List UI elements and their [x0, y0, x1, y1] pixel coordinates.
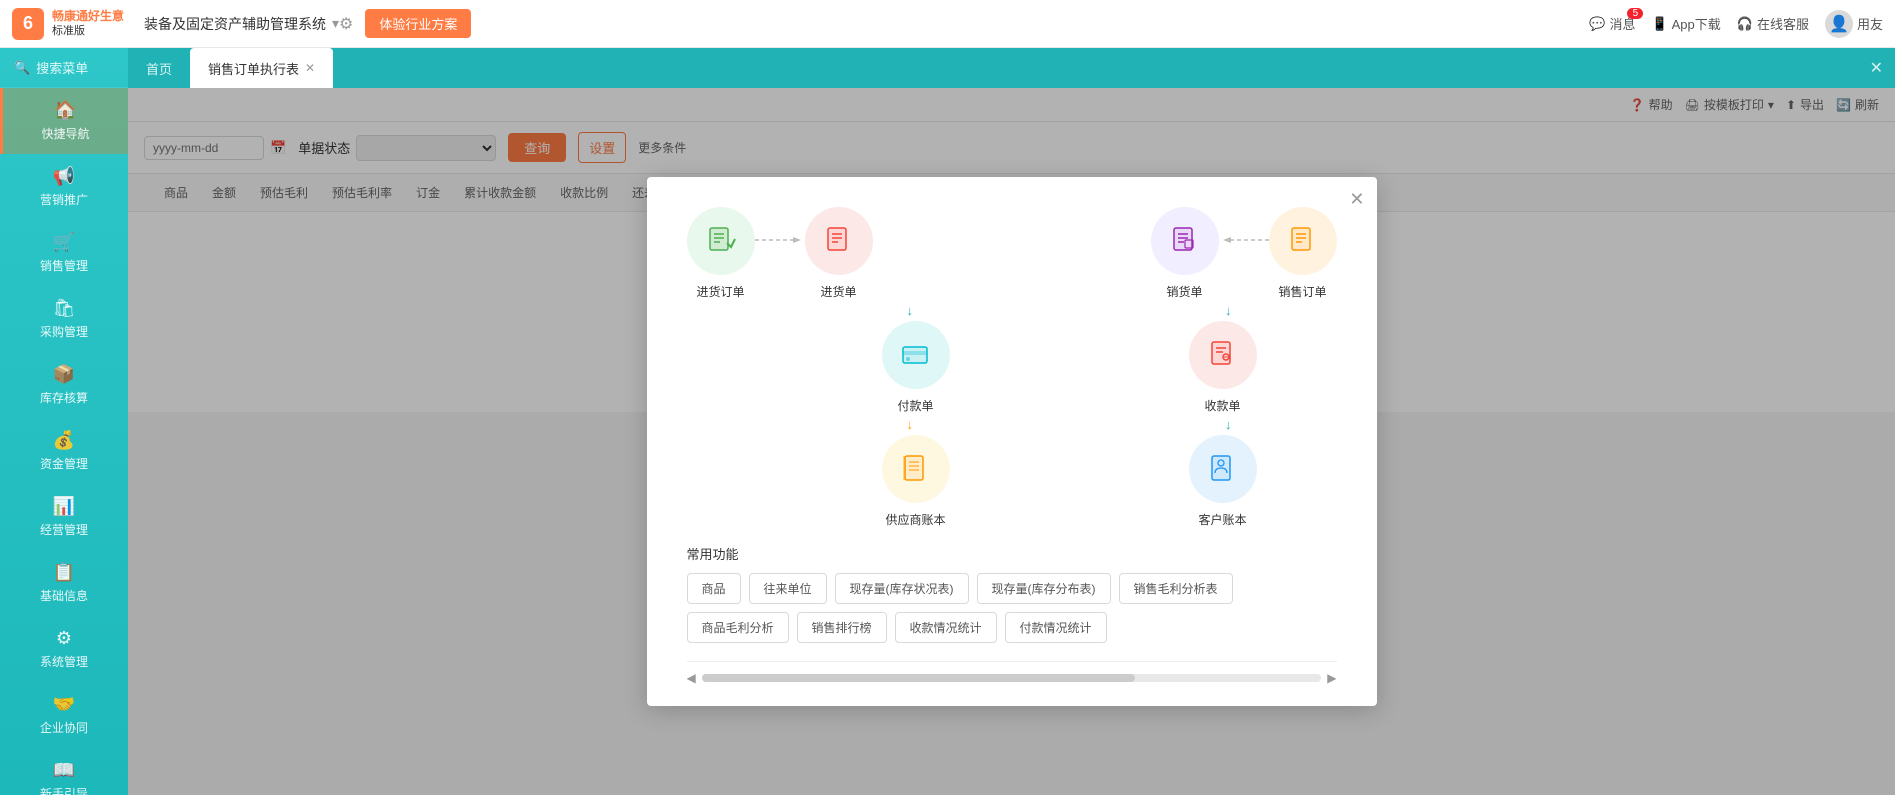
flow-node-sales-order[interactable]: 销售订单: [1269, 207, 1337, 300]
purchase-order-icon: [687, 207, 755, 275]
sidebar: 🔍 搜索菜单 🏠 快捷导航 📢 营销推广 🛒 销售管理 🛍 采购管理 📦 库存核…: [0, 48, 128, 795]
func-buttons-row1: 商品往来单位现存量(库存状况表) 现存量(库存分布表) 销售毛利分析表商品毛利分析销…: [687, 573, 1337, 643]
func-buttons-row1: 商品往来单位现存量(库存状况表) 现存量(库存分布表) 销售毛利分析表商品毛利分析销…: [687, 573, 1337, 651]
receipt-icon: [1189, 321, 1257, 389]
common-funcs-title: 常用功能: [687, 544, 1337, 563]
func-btn-6[interactable]: 销售排行榜: [797, 612, 887, 643]
modal-body: 进货订单: [647, 177, 1377, 706]
main-layout: 🔍 搜索菜单 🏠 快捷导航 📢 营销推广 🛒 销售管理 🛍 采购管理 📦 库存核…: [0, 48, 1895, 795]
sidebar-item-system[interactable]: ⚙ 系统管理: [0, 616, 128, 682]
message-button[interactable]: 💬 消息 5: [1589, 14, 1635, 33]
modal-scroll: ◀ ▶: [687, 661, 1337, 686]
try-industry-button[interactable]: 体验行业方案: [365, 9, 471, 38]
download-icon: 📱: [1651, 16, 1667, 32]
top-header: 6 畅康通好生意 标准版 装备及固定资产辅助管理系统 ▾ ⚙ 体验行业方案 💬 …: [0, 0, 1895, 48]
sidebar-item-quick-nav[interactable]: 🏠 快捷导航: [0, 88, 128, 154]
sidebar-item-purchase[interactable]: 🛍 采购管理: [0, 286, 128, 352]
func-btn-2[interactable]: 现存量(库存状况表): [835, 573, 969, 604]
func-btn-8[interactable]: 付款情况统计: [1005, 612, 1107, 643]
chart-icon: 📊: [53, 496, 75, 517]
message-icon: 💬: [1589, 16, 1605, 32]
common-functions: 常用功能 商品往来单位现存量(库存状况表)现存量(库存分布表)销售毛利分析表商品…: [687, 544, 1337, 651]
book-icon: 📖: [53, 760, 75, 781]
system-name: 装备及固定资产辅助管理系统 ▾: [140, 14, 339, 34]
scroll-thumb[interactable]: [702, 674, 1136, 682]
close-window-button[interactable]: ✕: [1870, 58, 1883, 78]
supplier-ledger-icon: [882, 435, 950, 503]
home-icon: 🏠: [54, 100, 76, 121]
sidebar-item-collab[interactable]: 🤝 企业协同: [0, 682, 128, 748]
flow-node-supplier-ledger[interactable]: 供应商账本: [882, 435, 950, 528]
service-icon: 🎧: [1737, 16, 1753, 32]
search-menu-button[interactable]: 🔍 搜索菜单: [0, 48, 128, 88]
money-icon: 💰: [53, 430, 75, 451]
settings-gear-button[interactable]: ⚙: [339, 14, 353, 34]
sales-bill-icon: [1151, 207, 1219, 275]
sidebar-item-sales[interactable]: 🛒 销售管理: [0, 220, 128, 286]
clipboard-icon: 📋: [53, 562, 75, 583]
header-right: 💬 消息 5 📱 App下载 🎧 在线客服 👤 用友: [1589, 10, 1883, 38]
func-btn-7[interactable]: 收款情况统计: [895, 612, 997, 643]
modal-overlay[interactable]: ✕: [128, 88, 1895, 795]
func-btn-1[interactable]: 往来单位: [749, 573, 827, 604]
scroll-right-arrow[interactable]: ▶: [1327, 671, 1336, 685]
bag-icon: 🛍: [53, 298, 76, 319]
logo-area: 6 畅康通好生意 标准版: [12, 8, 140, 40]
online-service-button[interactable]: 🎧 在线客服: [1737, 14, 1809, 33]
scroll-track[interactable]: [702, 674, 1322, 682]
search-icon: 🔍: [14, 60, 30, 76]
tab-home[interactable]: 首页: [128, 48, 190, 88]
func-btn-4[interactable]: 销售毛利分析表: [1119, 573, 1233, 604]
gear-icon: ⚙: [56, 628, 72, 649]
tab-sales-order[interactable]: 销售订单执行表 ✕: [190, 48, 333, 88]
scroll-left-arrow[interactable]: ◀: [687, 671, 696, 685]
func-btn-5[interactable]: 商品毛利分析: [687, 612, 789, 643]
system-dropdown-icon[interactable]: ▾: [332, 15, 339, 32]
sidebar-item-guide[interactable]: 📖 新手引导: [0, 748, 128, 795]
content-area: 首页 销售订单执行表 ✕ ✕ ❓ 帮助 🖨: [128, 48, 1895, 795]
flow-node-sales-bill[interactable]: 销货单: [1151, 207, 1219, 300]
arrow-sales-order-to-bill: [1219, 234, 1269, 246]
sidebar-item-finance[interactable]: 💰 资金管理: [0, 418, 128, 484]
sidebar-item-inventory[interactable]: 📦 库存核算: [0, 352, 128, 418]
flow-node-purchase-bill[interactable]: 进货单: [805, 207, 873, 300]
message-badge: 5: [1627, 8, 1643, 19]
logo-text: 畅康通好生意 标准版: [52, 9, 124, 39]
box-icon: 📦: [53, 364, 75, 385]
purchase-bill-icon: [805, 207, 873, 275]
user-menu[interactable]: 👤 用友: [1825, 10, 1883, 38]
modal: ✕: [647, 177, 1377, 706]
cart-icon: 🛒: [53, 232, 75, 253]
customer-ledger-icon: [1189, 435, 1257, 503]
modal-close-button[interactable]: ✕: [1349, 189, 1364, 210]
app-download-button[interactable]: 📱 App下载: [1651, 14, 1720, 33]
flow-node-receipt[interactable]: 收款单: [1189, 321, 1257, 414]
func-btn-3[interactable]: 现存量(库存分布表): [977, 573, 1111, 604]
sidebar-item-basic-info[interactable]: 📋 基础信息: [0, 550, 128, 616]
logo-icon: 6: [12, 8, 44, 40]
megaphone-icon: 📢: [53, 166, 75, 187]
sidebar-item-marketing[interactable]: 📢 营销推广: [0, 154, 128, 220]
flow-node-purchase-order[interactable]: 进货订单: [687, 207, 755, 300]
func-btn-0[interactable]: 商品: [687, 573, 741, 604]
tabs-bar: 首页 销售订单执行表 ✕ ✕: [128, 48, 1895, 88]
flow-node-payment[interactable]: 付款单: [882, 321, 950, 414]
flow-node-customer-ledger[interactable]: 客户账本: [1189, 435, 1257, 528]
page-content: ❓ 帮助 🖨 按模板打印 ▾ ⬆ 导出 🔄 刷新: [128, 88, 1895, 795]
tab-close-icon[interactable]: ✕: [305, 61, 315, 75]
handshake-icon: 🤝: [53, 694, 75, 715]
payment-icon: [882, 321, 950, 389]
arrow-purchase-order-to-bill: [755, 234, 805, 246]
avatar: 👤: [1825, 10, 1853, 38]
sales-order-icon: [1269, 207, 1337, 275]
sidebar-item-operations[interactable]: 📊 经营管理: [0, 484, 128, 550]
